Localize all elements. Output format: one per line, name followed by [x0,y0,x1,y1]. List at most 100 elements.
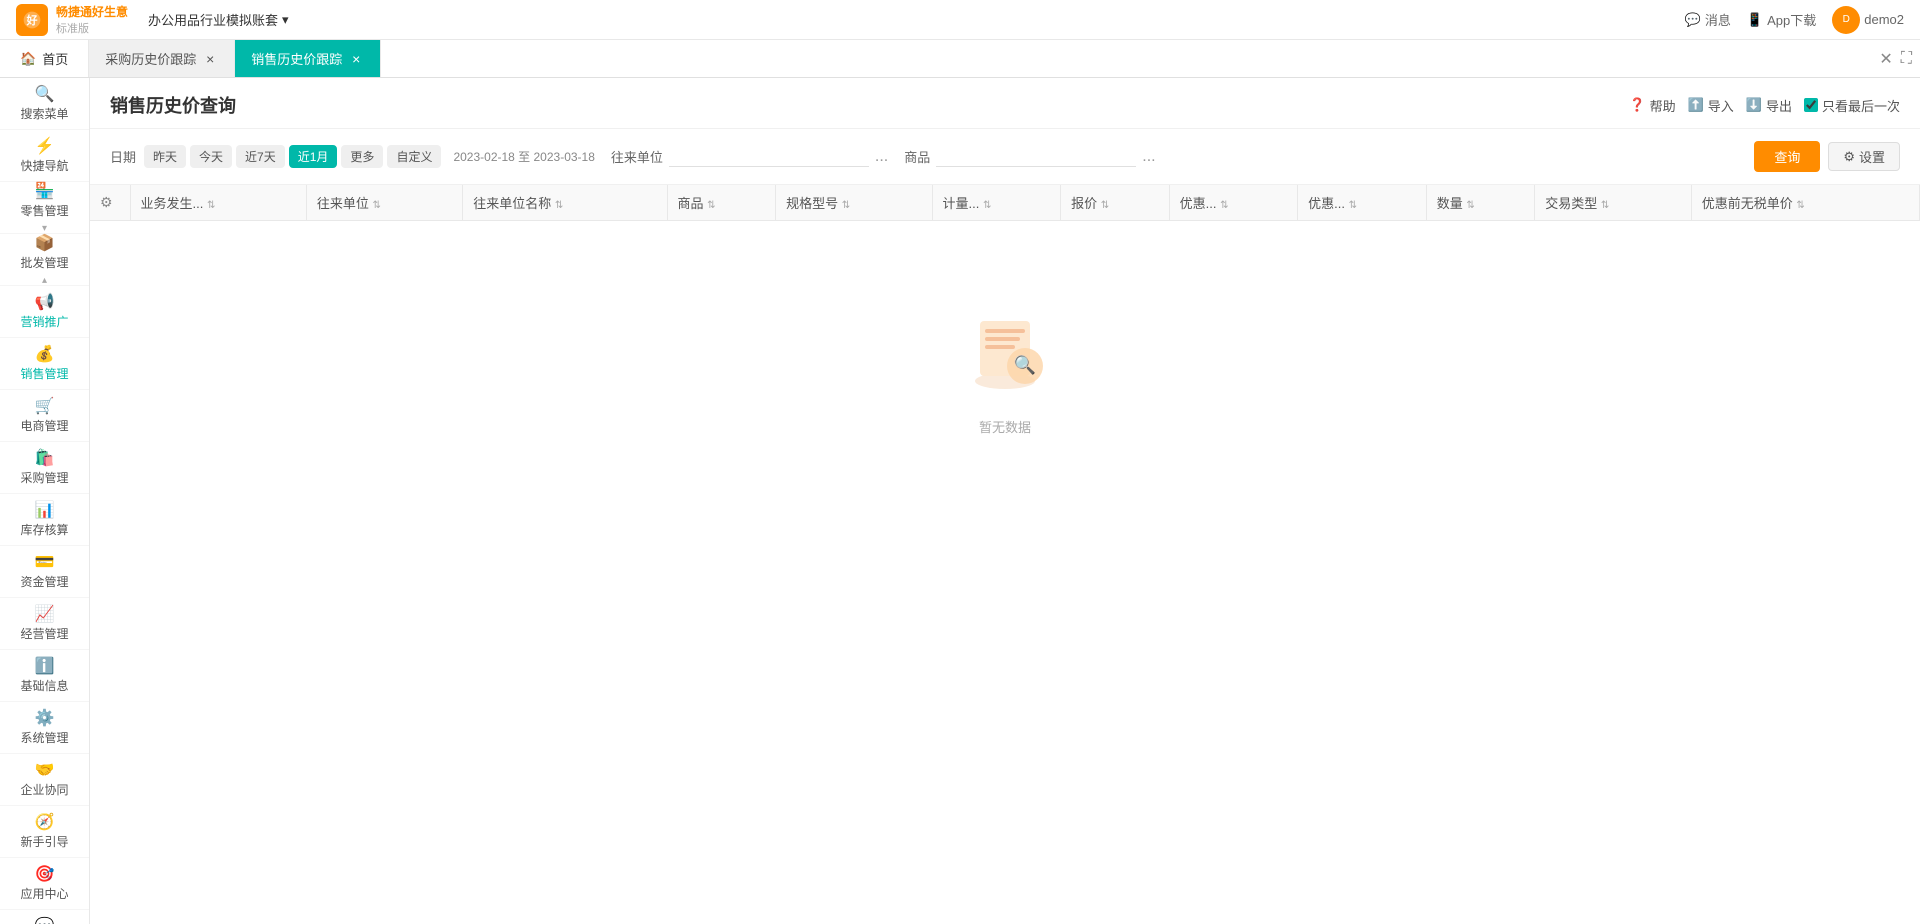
guide-icon: 🧭 [35,812,55,832]
top-bar-center: 办公用品行业模拟账套 ▾ [128,10,1685,29]
col-unit[interactable]: 计量... ⇅ [932,185,1061,221]
inventory-icon: 📊 [35,500,55,520]
tab-purchase-history[interactable]: 采购历史价跟踪 × [89,40,235,77]
help-button[interactable]: ❓ 帮助 [1629,96,1675,115]
product-input[interactable] [936,147,1136,167]
empty-state: 🔍 暂无数据 [90,221,1920,516]
empty-icon: 🔍 [955,301,1055,401]
top-bar-right: 💬 消息 📱 App下载 D demo2 [1685,6,1904,34]
svg-text:好: 好 [26,13,38,27]
sort-icon-product[interactable]: ⇅ [707,200,715,211]
col-trade-type[interactable]: 交易类型 ⇅ [1535,185,1691,221]
date-filter-group: 日期 昨天 今天 近7天 近1月 更多 自定义 2023-02-18 至 202… [110,145,595,168]
settings-button[interactable]: ⚙ 设置 [1828,142,1900,171]
product-dots-button[interactable]: ... [1142,148,1155,166]
col-discount2[interactable]: 优惠... ⇅ [1298,185,1427,221]
only-last-checkbox[interactable] [1804,98,1818,112]
col-partner-code[interactable]: 往来单位 ⇅ [306,185,462,221]
sidebar-item-finance[interactable]: 💳 资金管理 [0,546,89,598]
sidebar-item-marketing[interactable]: 📢 营销推广 [0,286,89,338]
sort-icon-biz-date[interactable]: ⇅ [207,200,215,211]
sidebar-item-ecommerce[interactable]: 🛒 电商管理 [0,390,89,442]
wholesale-icon: 📦 [35,233,55,253]
col-product[interactable]: 商品 ⇅ [667,185,776,221]
maximize-button[interactable]: ⛶ [1901,50,1912,68]
page-content: 销售历史价查询 ❓ 帮助 ⬆️ 导入 ⬇️ 导出 [90,78,1920,924]
col-pretax-price[interactable]: 优惠前无税单价 ⇅ [1691,185,1919,221]
col-quantity[interactable]: 数量 ⇅ [1426,185,1535,221]
sort-icon-partner-name[interactable]: ⇅ [555,200,563,211]
import-button[interactable]: ⬆️ 导入 [1688,96,1734,115]
page-header: 销售历史价查询 ❓ 帮助 ⬆️ 导入 ⬇️ 导出 [90,78,1920,129]
sort-icon-quantity[interactable]: ⇅ [1466,200,1474,211]
sort-icon-unit[interactable]: ⇅ [983,200,991,211]
sort-icon-discount1[interactable]: ⇅ [1220,200,1228,211]
sidebar-item-inventory[interactable]: 📊 库存核算 [0,494,89,546]
col-spec[interactable]: 规格型号 ⇅ [776,185,932,221]
sidebar-item-retail[interactable]: 🏪 零售管理 ▾ [0,182,89,234]
date-btn-today[interactable]: 今天 [190,145,232,168]
column-settings-gear[interactable]: ⚙ [100,194,113,210]
app-download-button[interactable]: 📱 App下载 [1747,10,1816,29]
date-btn-more[interactable]: 更多 [341,145,383,168]
sort-icon-discount2[interactable]: ⇅ [1349,200,1357,211]
tab-close-sales[interactable]: × [348,51,364,67]
date-filter-options: 昨天 今天 近7天 近1月 更多 自定义 [144,145,441,168]
tab-sales-history[interactable]: 销售历史价跟踪 × [235,40,381,77]
table-container[interactable]: ⚙ 业务发生... ⇅ 往来单位 ⇅ 往来单位名称 [90,185,1920,924]
sort-icon-trade-type[interactable]: ⇅ [1601,200,1609,211]
ecommerce-icon: 🛒 [35,396,55,416]
sort-icon-spec[interactable]: ⇅ [842,200,850,211]
product-filter-field: 商品 ... [904,147,1155,167]
sidebar-item-search[interactable]: 🔍 搜索菜单 [0,78,89,130]
date-range-display: 2023-02-18 至 2023-03-18 [453,148,594,165]
sidebar-item-system[interactable]: ⚙️ 系统管理 [0,702,89,754]
sidebar-item-wholesale[interactable]: 📦 批发管理 ▴ [0,234,89,286]
user-avatar-area[interactable]: D demo2 [1832,6,1904,34]
sidebar-item-wechat[interactable]: 💬 企业微信 [0,910,89,924]
retail-icon: 🏪 [35,181,55,201]
query-button[interactable]: 查询 [1754,141,1820,172]
partner-input[interactable] [669,147,869,167]
sidebar-item-appstore[interactable]: 🎯 应用中心 [0,858,89,910]
sidebar-item-sales[interactable]: 💰 销售管理 [0,338,89,390]
close-all-tabs-button[interactable]: ✕ [1879,49,1892,69]
export-button[interactable]: ⬇️ 导出 [1746,96,1792,115]
content-area: 销售历史价查询 ❓ 帮助 ⬆️ 导入 ⬇️ 导出 [90,78,1920,924]
sort-icon-partner-code[interactable]: ⇅ [372,200,380,211]
message-button[interactable]: 💬 消息 [1685,10,1731,29]
date-btn-yesterday[interactable]: 昨天 [144,145,186,168]
finance-icon: 💳 [35,552,55,572]
workspace-selector[interactable]: 办公用品行业模拟账套 ▾ [148,10,289,29]
tab-close-purchase[interactable]: × [202,51,218,67]
date-btn-last1month[interactable]: 近1月 [289,145,338,168]
col-discount1[interactable]: 优惠... ⇅ [1169,185,1298,221]
empty-text: 暂无数据 [979,417,1031,436]
sidebar-item-basic-info[interactable]: ℹ️ 基础信息 [0,650,89,702]
tab-bar-actions: ✕ ⛶ [1879,40,1920,77]
sidebar-item-guide[interactable]: 🧭 新手引导 [0,806,89,858]
sidebar-item-operation[interactable]: 📈 经营管理 [0,598,89,650]
marketing-icon: 📢 [35,292,55,312]
message-icon: 💬 [1685,12,1701,28]
system-icon: ⚙️ [35,708,55,728]
export-icon: ⬇️ [1746,97,1762,113]
chevron-up-icon: ▴ [42,275,47,286]
sales-icon: 💰 [35,344,55,364]
sidebar-item-purchase[interactable]: 🛍️ 采购管理 [0,442,89,494]
partner-dots-button[interactable]: ... [875,148,888,166]
col-biz-date[interactable]: 业务发生... ⇅ [130,185,306,221]
date-btn-last7days[interactable]: 近7天 [236,145,285,168]
sort-icon-pretax-price[interactable]: ⇅ [1796,200,1804,211]
col-price[interactable]: 报价 ⇅ [1061,185,1170,221]
tab-home[interactable]: 🏠 首页 [0,40,89,77]
sort-icon-price[interactable]: ⇅ [1101,200,1109,211]
sidebar-item-enterprise[interactable]: 🤝 企业协同 [0,754,89,806]
appstore-icon: 🎯 [35,864,55,884]
table-header-row: ⚙ 业务发生... ⇅ 往来单位 ⇅ 往来单位名称 [90,185,1920,221]
col-partner-name[interactable]: 往来单位名称 ⇅ [463,185,667,221]
main-layout: 🔍 搜索菜单 ⚡ 快捷导航 🏪 零售管理 ▾ 📦 批发管理 ▴ 📢 营销推广 💰… [0,78,1920,924]
partner-filter-field: 往来单位 ... [611,147,888,167]
date-btn-custom[interactable]: 自定义 [387,145,441,168]
sidebar-item-quick-nav[interactable]: ⚡ 快捷导航 [0,130,89,182]
